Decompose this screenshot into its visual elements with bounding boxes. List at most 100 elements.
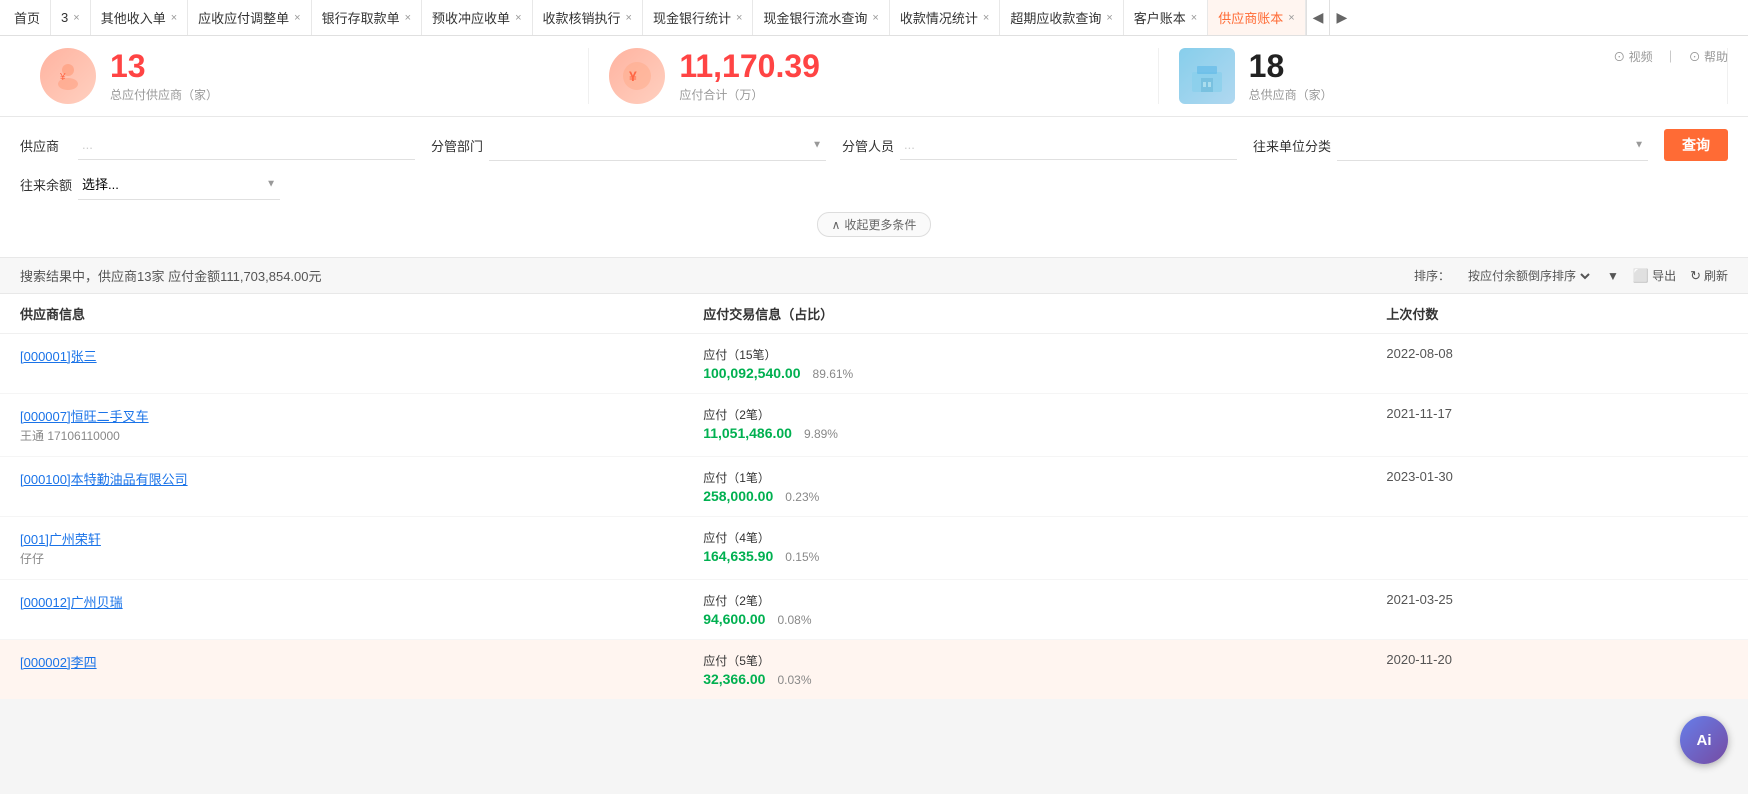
- category-select-wrap: ▼: [1337, 130, 1648, 161]
- collapse-button[interactable]: ∧ 收起更多条件: [817, 212, 932, 237]
- payable-amount-info: 11,170.39 应付合计（万）: [679, 50, 820, 103]
- nav-next[interactable]: ▶: [1329, 0, 1353, 36]
- tab-customer-book-close[interactable]: ×: [1191, 12, 1197, 24]
- payable-label-5: 应付（2笔）: [703, 592, 1386, 609]
- payable-suppliers-info: 13 总应付供应商（家）: [110, 50, 218, 103]
- supplier-link-000002[interactable]: [000002]李四: [20, 652, 703, 671]
- tab-receipt-stat-close[interactable]: ×: [983, 12, 989, 24]
- sort-select[interactable]: 按应付余额倒序排序 按应付余额升序排序: [1464, 268, 1593, 284]
- supplier-input[interactable]: [78, 130, 415, 160]
- tab-overdue[interactable]: 超期应收款查询 ×: [1000, 0, 1123, 36]
- payable-amount-2[interactable]: 11,051,486.00: [703, 425, 792, 441]
- supplier-label: 供应商: [20, 136, 72, 155]
- tab-receipt-exec-close[interactable]: ×: [626, 12, 632, 24]
- tab-cash-stat-close[interactable]: ×: [736, 12, 742, 24]
- supplier-link-000001[interactable]: [000001]张三: [20, 346, 703, 365]
- balance-select-wrap: 选择... ▼: [78, 169, 280, 200]
- tab-cash-flow-close[interactable]: ×: [872, 12, 878, 24]
- collapse-icon: ∧: [832, 218, 841, 232]
- tab-cash-flow[interactable]: 现金银行流水查询 ×: [753, 0, 889, 36]
- table-header: 供应商信息 应付交易信息（占比） 上次付数: [0, 294, 1748, 334]
- tab-advance-receive-close[interactable]: ×: [515, 12, 521, 24]
- tab-cash-stat[interactable]: 现金银行统计 ×: [643, 0, 753, 36]
- tab-cash-stat-label: 现金银行统计: [653, 8, 731, 27]
- payable-suppliers-number: 13: [110, 50, 218, 82]
- refresh-label: 刷新: [1704, 267, 1728, 284]
- ai-label: Ai: [1697, 732, 1712, 749]
- tab-3-close[interactable]: ×: [73, 12, 79, 24]
- category-label: 往来单位分类: [1253, 136, 1331, 155]
- tab-adjust[interactable]: 应收应付调整单 ×: [188, 0, 311, 36]
- export-icon: ⬜: [1633, 268, 1649, 284]
- table-row: [000001]张三 应付（15笔） 100,092,540.00 89.61%…: [0, 334, 1748, 394]
- person-input[interactable]: [900, 130, 1237, 160]
- filter-row-1: 供应商 分管部门 ▼ 分管人员 往来单位分类: [20, 129, 1728, 161]
- payable-amount-number: 11,170.39: [679, 50, 820, 82]
- department-select[interactable]: [489, 130, 826, 160]
- payable-amount-4[interactable]: 164,635.90: [703, 548, 773, 564]
- nav-prev[interactable]: ◀: [1306, 0, 1330, 36]
- payable-amount-1[interactable]: 100,092,540.00: [703, 365, 800, 381]
- tab-overdue-close[interactable]: ×: [1106, 12, 1112, 24]
- ai-button[interactable]: Ai: [1680, 716, 1728, 764]
- collapse-bar: ∧ 收起更多条件: [20, 208, 1728, 245]
- results-actions: 排序： 按应付余额倒序排序 按应付余额升序排序 ▼ ⬜ 导出 ↻ 刷新: [1414, 267, 1728, 284]
- balance-select[interactable]: 选择...: [78, 169, 280, 199]
- tab-receipt-exec[interactable]: 收款核销执行 ×: [533, 0, 643, 36]
- tab-bank-deposit[interactable]: 银行存取款单 ×: [312, 0, 422, 36]
- payable-amount-6[interactable]: 32,366.00: [703, 671, 765, 687]
- stat-total-payable-amount: ¥ 11,170.39 应付合计（万）: [589, 48, 1158, 104]
- payable-cell: 应付（1笔） 258,000.00 0.23%: [703, 469, 1386, 504]
- results-summary: 搜索结果中，供应商13家 应付金额111,703,854.00元: [20, 266, 322, 285]
- tab-supplier-book[interactable]: 供应商账本 ×: [1208, 0, 1305, 36]
- tab-cash-flow-label: 现金银行流水查询: [763, 8, 867, 27]
- tab-other-income[interactable]: 其他收入单 ×: [91, 0, 188, 36]
- tab-adjust-close[interactable]: ×: [294, 12, 300, 24]
- filter-person: 分管人员: [842, 130, 1237, 160]
- results-bar: 搜索结果中，供应商13家 应付金额111,703,854.00元 排序： 按应付…: [0, 258, 1748, 294]
- tab-3[interactable]: 3 ×: [51, 0, 91, 36]
- tab-supplier-book-label: 供应商账本: [1218, 8, 1283, 27]
- payable-amount-label: 应付合计（万）: [679, 86, 820, 103]
- refresh-button[interactable]: ↻ 刷新: [1690, 267, 1728, 284]
- supplier-cell: [000007]恒旺二手叉车 王通 17106110000: [20, 406, 703, 444]
- nav-next-icon: ▶: [1336, 9, 1347, 26]
- stat-help: ⊙ 视频 ｜ ⊙ 帮助: [1613, 48, 1728, 65]
- payable-percent-2: 9.89%: [804, 427, 838, 441]
- supplier-link-000100[interactable]: [000100]本特勤油品有限公司: [20, 469, 703, 488]
- query-button[interactable]: 查询: [1664, 129, 1728, 161]
- supplier-cell: [000002]李四: [20, 652, 703, 671]
- payable-percent-6: 0.03%: [777, 673, 811, 687]
- video-link[interactable]: ⊙ 视频: [1613, 48, 1652, 65]
- supplier-sub-000007: 王通 17106110000: [20, 427, 703, 444]
- supplier-cell: [000012]广州贝瑞: [20, 592, 703, 611]
- tab-bank-deposit-label: 银行存取款单: [322, 8, 400, 27]
- stats-banner: ¥ 13 总应付供应商（家） ¥ 11,170.39 应付合计（万）: [0, 36, 1748, 117]
- supplier-link-000012[interactable]: [000012]广州贝瑞: [20, 592, 703, 611]
- payable-amount-3[interactable]: 258,000.00: [703, 488, 773, 504]
- supplier-link-000007[interactable]: [000007]恒旺二手叉车: [20, 406, 703, 425]
- balance-label: 往来余额: [20, 175, 72, 194]
- tab-bank-deposit-close[interactable]: ×: [405, 12, 411, 24]
- payable-cell: 应付（4笔） 164,635.90 0.15%: [703, 529, 1386, 564]
- tab-supplier-book-close[interactable]: ×: [1288, 12, 1294, 24]
- tab-other-income-close[interactable]: ×: [171, 12, 177, 24]
- table-row: [000012]广州贝瑞 应付（2笔） 94,600.00 0.08% 2021…: [0, 580, 1748, 640]
- supplier-link-001[interactable]: [001]广州荣轩: [20, 529, 703, 548]
- tab-advance-receive[interactable]: 预收冲应收单 ×: [422, 0, 532, 36]
- tab-home[interactable]: 首页: [4, 0, 51, 36]
- svg-text:¥: ¥: [59, 72, 66, 83]
- tab-overdue-label: 超期应收款查询: [1010, 8, 1101, 27]
- filter-category: 往来单位分类 ▼: [1253, 130, 1648, 161]
- col-last-pay: 上次付数: [1386, 304, 1728, 323]
- tab-receipt-stat[interactable]: 收款情况统计 ×: [890, 0, 1000, 36]
- last-pay-6: 2020-11-20: [1386, 652, 1728, 667]
- category-select[interactable]: [1337, 130, 1648, 160]
- payable-amount-5[interactable]: 94,600.00: [703, 611, 765, 627]
- export-button[interactable]: ⬜ 导出: [1633, 267, 1676, 284]
- top-navigation: 首页 3 × 其他收入单 × 应收应付调整单 × 银行存取款单 × 预收冲应收单…: [0, 0, 1748, 36]
- sort-chevron-icon: ▼: [1607, 269, 1619, 283]
- help-link[interactable]: ⊙ 帮助: [1689, 48, 1728, 65]
- sort-label: 排序：: [1414, 267, 1450, 284]
- tab-customer-book[interactable]: 客户账本 ×: [1124, 0, 1208, 36]
